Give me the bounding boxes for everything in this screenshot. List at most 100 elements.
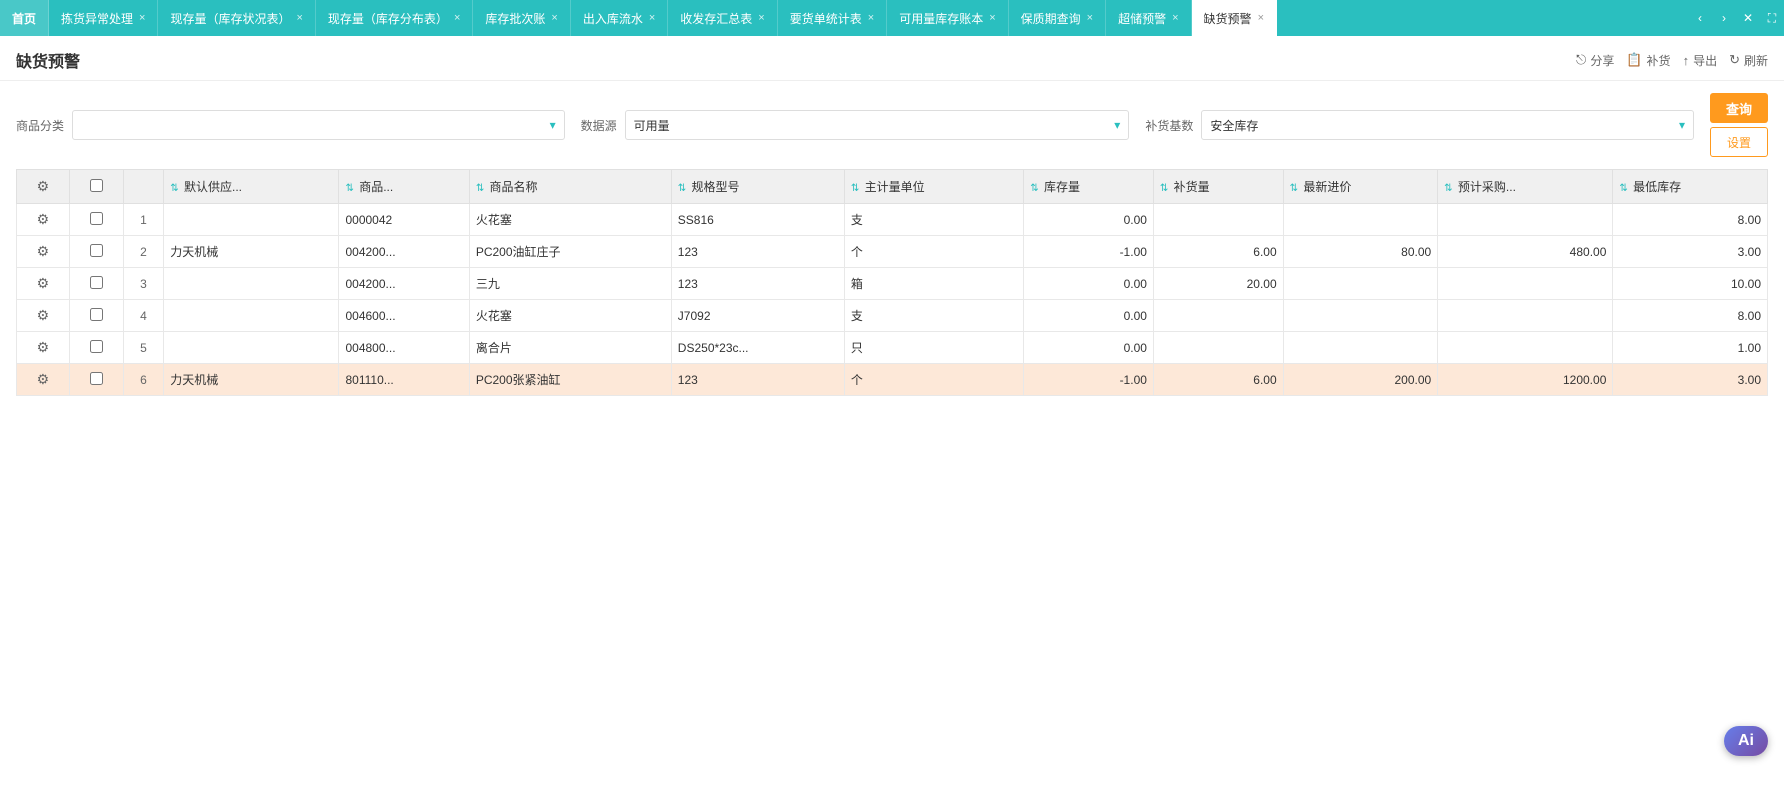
col-product-name[interactable]: ⇅ 商品名称 <box>469 170 671 204</box>
refresh-label: 刷新 <box>1744 52 1768 69</box>
tab-close-btn[interactable]: ✕ <box>1736 0 1760 36</box>
tab-next-btn[interactable]: › <box>1712 0 1736 36</box>
tab-batch-account-close[interactable]: × <box>551 12 557 24</box>
cell-supplier: 力天机械 <box>164 236 339 268</box>
tab-shortage[interactable]: 缺货预警 × <box>1192 0 1277 36</box>
cell-latest-price: 200.00 <box>1283 364 1438 396</box>
row-gear[interactable]: ⚙ <box>17 332 70 364</box>
tab-available-ledger-close[interactable]: × <box>989 12 995 24</box>
tab-stock-status-close[interactable]: × <box>296 12 302 24</box>
col-stock-qty[interactable]: ⇅ 库存量 <box>1024 170 1154 204</box>
row-number: 6 <box>123 364 164 396</box>
setting-button[interactable]: 设置 <box>1710 127 1768 157</box>
cell-replenish-qty <box>1153 300 1283 332</box>
cell-unit: 箱 <box>844 268 1023 300</box>
table-body: ⚙ 1 0000042 火花塞 SS816 支 0.00 8.00 ⚙ 2 力天… <box>17 204 1768 396</box>
col-min-stock[interactable]: ⇅ 最低库存 <box>1613 170 1768 204</box>
tab-stock-dist[interactable]: 现存量（库存分布表） × <box>316 0 473 36</box>
row-checkbox[interactable] <box>90 308 103 321</box>
col-name-label: 商品名称 <box>490 180 538 194</box>
cell-stock-qty: -1.00 <box>1024 236 1154 268</box>
cell-estimated-purchase: 1200.00 <box>1438 364 1613 396</box>
row-checkbox[interactable] <box>90 372 103 385</box>
sort-icon-name: ⇅ <box>476 183 484 194</box>
table-container: ⚙ ⇅ 默认供应... ⇅ 商品... ⇅ 商品名称 <box>0 169 1784 396</box>
tab-stock-dist-close[interactable]: × <box>454 12 460 24</box>
tab-abnormal[interactable]: 拣货异常处理 × <box>49 0 158 36</box>
tab-recv-summary[interactable]: 收发存汇总表 × <box>668 0 777 36</box>
query-button[interactable]: 查询 <box>1710 93 1768 123</box>
tab-expand-btn[interactable]: ⛶ <box>1760 0 1784 36</box>
row-number: 4 <box>123 300 164 332</box>
row-checkbox[interactable] <box>90 212 103 225</box>
col-default-supplier[interactable]: ⇅ 默认供应... <box>164 170 339 204</box>
row-number: 2 <box>123 236 164 268</box>
row-gear[interactable]: ⚙ <box>17 204 70 236</box>
row-checkbox[interactable] <box>90 276 103 289</box>
cell-stock-qty: 0.00 <box>1024 268 1154 300</box>
replenish-base-filter: 补货基数 安全库存 ▾ <box>1145 110 1694 140</box>
share-button[interactable]: ⎋ 分享 <box>1576 52 1614 69</box>
row-gear[interactable]: ⚙ <box>17 364 70 396</box>
tab-overstock[interactable]: 超储预警 × <box>1106 0 1191 36</box>
tab-expiry-query-close[interactable]: × <box>1087 12 1093 24</box>
cell-product-code: 004200... <box>339 236 469 268</box>
cell-supplier <box>164 300 339 332</box>
cell-min-stock: 3.00 <box>1613 236 1768 268</box>
replenish-base-select[interactable]: 安全库存 ▾ <box>1201 110 1694 140</box>
tab-overstock-close[interactable]: × <box>1172 12 1178 24</box>
tab-stock-status[interactable]: 现存量（库存状况表） × <box>158 0 315 36</box>
cell-estimated-purchase <box>1438 300 1613 332</box>
col-latest-price[interactable]: ⇅ 最新进价 <box>1283 170 1438 204</box>
row-checkbox[interactable] <box>90 244 103 257</box>
replenish-button[interactable]: 📋 补货 <box>1626 52 1670 69</box>
tab-home[interactable]: 首页 <box>0 0 49 36</box>
tab-order-stats[interactable]: 要货单统计表 × <box>778 0 887 36</box>
row-gear[interactable]: ⚙ <box>17 268 70 300</box>
col-spec-model[interactable]: ⇅ 规格型号 <box>671 170 844 204</box>
cell-product-code: 801110... <box>339 364 469 396</box>
tab-inout-flow-close[interactable]: × <box>649 12 655 24</box>
sort-icon-min: ⇅ <box>1619 183 1627 194</box>
row-number: 3 <box>123 268 164 300</box>
cell-product-name: 离合片 <box>469 332 671 364</box>
tab-expiry-query[interactable]: 保质期查询 × <box>1009 0 1106 36</box>
col-unit[interactable]: ⇅ 主计量单位 <box>844 170 1023 204</box>
cell-spec-model: 123 <box>671 268 844 300</box>
row-gear[interactable]: ⚙ <box>17 236 70 268</box>
cell-product-name: PC200张紧油缸 <box>469 364 671 396</box>
tab-available-ledger[interactable]: 可用量库存账本 × <box>887 0 1008 36</box>
cell-min-stock: 8.00 <box>1613 300 1768 332</box>
cell-latest-price: 80.00 <box>1283 236 1438 268</box>
cell-estimated-purchase: 480.00 <box>1438 236 1613 268</box>
cell-estimated-purchase <box>1438 332 1613 364</box>
ai-badge[interactable]: Ai <box>1724 726 1768 756</box>
category-select[interactable]: ▾ <box>72 110 565 140</box>
refresh-button[interactable]: ↻ 刷新 <box>1729 52 1768 69</box>
tab-batch-account[interactable]: 库存批次账 × <box>473 0 570 36</box>
row-gear[interactable]: ⚙ <box>17 300 70 332</box>
datasource-select[interactable]: 可用量 ▾ <box>625 110 1130 140</box>
tab-inout-flow[interactable]: 出入库流水 × <box>571 0 668 36</box>
col-replenish-qty[interactable]: ⇅ 补货量 <box>1153 170 1283 204</box>
tab-recv-summary-close[interactable]: × <box>758 12 764 24</box>
cell-unit: 只 <box>844 332 1023 364</box>
col-stock-label: 库存量 <box>1044 180 1080 194</box>
sort-icon-code: ⇅ <box>345 183 353 194</box>
tab-abnormal-close[interactable]: × <box>139 12 145 24</box>
tab-prev-btn[interactable]: ‹ <box>1688 0 1712 36</box>
col-estimated-purchase[interactable]: ⇅ 预计采购... <box>1438 170 1613 204</box>
tab-order-stats-close[interactable]: × <box>868 12 874 24</box>
cell-stock-qty: 0.00 <box>1024 332 1154 364</box>
table-row: ⚙ 5 004800... 离合片 DS250*23c... 只 0.00 1.… <box>17 332 1768 364</box>
select-all-checkbox[interactable] <box>90 179 103 192</box>
col-product-code[interactable]: ⇅ 商品... <box>339 170 469 204</box>
export-button[interactable]: ↑ 导出 <box>1683 52 1718 69</box>
table-row: ⚙ 6 力天机械 801110... PC200张紧油缸 123 个 -1.00… <box>17 364 1768 396</box>
tab-shortage-close[interactable]: × <box>1258 12 1264 24</box>
col-gear[interactable]: ⚙ <box>17 170 70 204</box>
cell-min-stock: 3.00 <box>1613 364 1768 396</box>
row-checkbox[interactable] <box>90 340 103 353</box>
category-filter: 商品分类 ▾ <box>16 110 565 140</box>
cell-spec-model: SS816 <box>671 204 844 236</box>
